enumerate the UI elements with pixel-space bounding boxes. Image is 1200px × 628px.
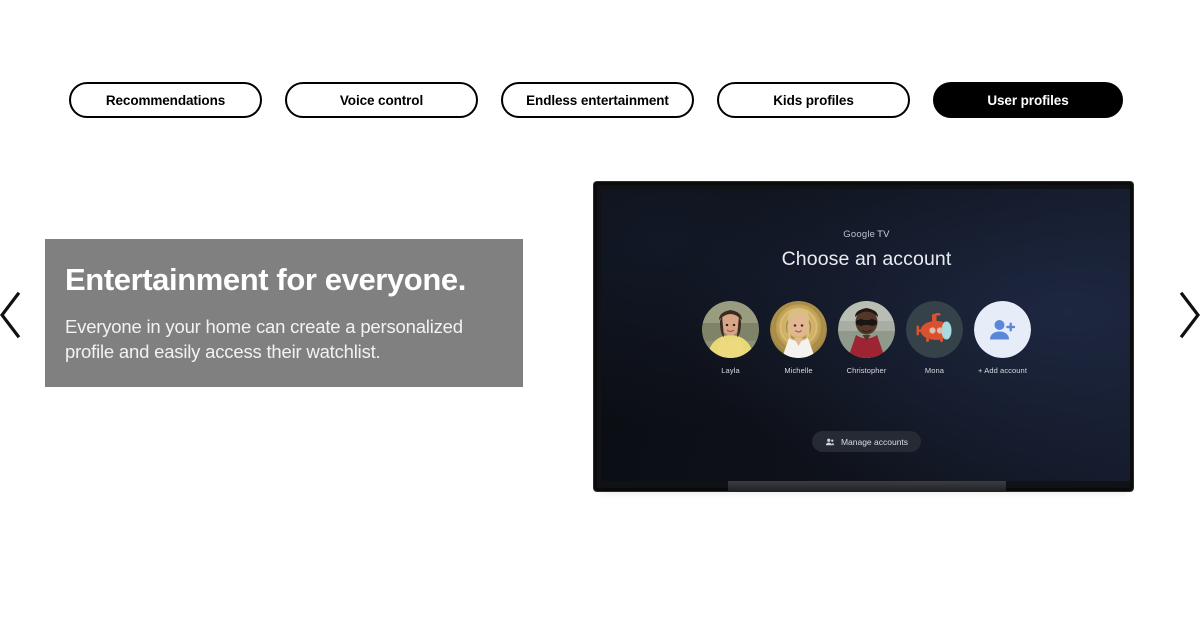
manage-accounts-row: Manage accounts [601, 431, 1130, 452]
tab-user-profiles[interactable]: User profiles [933, 82, 1123, 118]
profile-item-layla[interactable]: Layla [702, 301, 759, 375]
caption-title: Entertainment for everyone. [65, 262, 466, 297]
profile-name: Layla [721, 366, 740, 375]
tab-label: User profiles [987, 92, 1069, 108]
feature-tab-row: Recommendations Voice control Endless en… [69, 82, 1123, 118]
tab-label: Recommendations [105, 92, 226, 108]
google-tv-logo: Google TV [601, 229, 1130, 240]
profile-item-michelle[interactable]: Michelle [770, 301, 827, 375]
profile-name: Michelle [784, 366, 813, 375]
tab-recommendations[interactable]: Recommendations [69, 82, 262, 118]
tv-shadow [600, 490, 1127, 496]
people-icon [825, 437, 835, 447]
tab-label: Endless entertainment [526, 92, 669, 108]
manage-accounts-label: Manage accounts [840, 436, 909, 447]
avatar [702, 301, 759, 358]
choose-account-heading: Choose an account [781, 248, 952, 270]
manage-accounts-button[interactable]: Manage accounts [811, 431, 922, 452]
slide-caption-box: Entertainment for everyone. Everyone in … [45, 239, 523, 387]
tv-illustration: Google TV Choose an account Layla Michel… [594, 182, 1133, 496]
profile-name: Christopher [846, 366, 887, 375]
tab-voice-control[interactable]: Voice control [285, 82, 478, 118]
tab-label: Voice control [339, 92, 424, 108]
google-wordmark: Google [843, 229, 876, 240]
tab-endless-entertainment[interactable]: Endless entertainment [501, 82, 694, 118]
tv-bezel: Google TV Choose an account Layla Michel… [594, 182, 1133, 491]
avatar [838, 301, 895, 358]
profile-item-mona[interactable]: Mona [906, 301, 963, 375]
chevron-left-icon[interactable] [0, 290, 24, 340]
tab-kids-profiles[interactable]: Kids profiles [717, 82, 910, 118]
avatar [906, 301, 963, 358]
page-root: Recommendations Voice control Endless en… [0, 0, 1200, 628]
avatar [770, 301, 827, 358]
profile-item-christopher[interactable]: Christopher [838, 301, 895, 375]
caption-body: Everyone in your home can create a perso… [65, 316, 463, 363]
chevron-right-icon[interactable] [1176, 290, 1200, 340]
account-profiles-row: Layla Michelle Christopher Mona + Add ac… [601, 301, 1130, 375]
profile-name: + Add account [977, 366, 1028, 375]
tab-label: Kids profiles [773, 92, 854, 108]
tv-screen: Google TV Choose an account Layla Michel… [601, 189, 1130, 481]
profile-name: Mona [924, 366, 945, 375]
profile-item-add-account[interactable]: + Add account [974, 301, 1031, 375]
add-account-icon [974, 301, 1031, 358]
tv-wordmark: TV [877, 229, 890, 240]
